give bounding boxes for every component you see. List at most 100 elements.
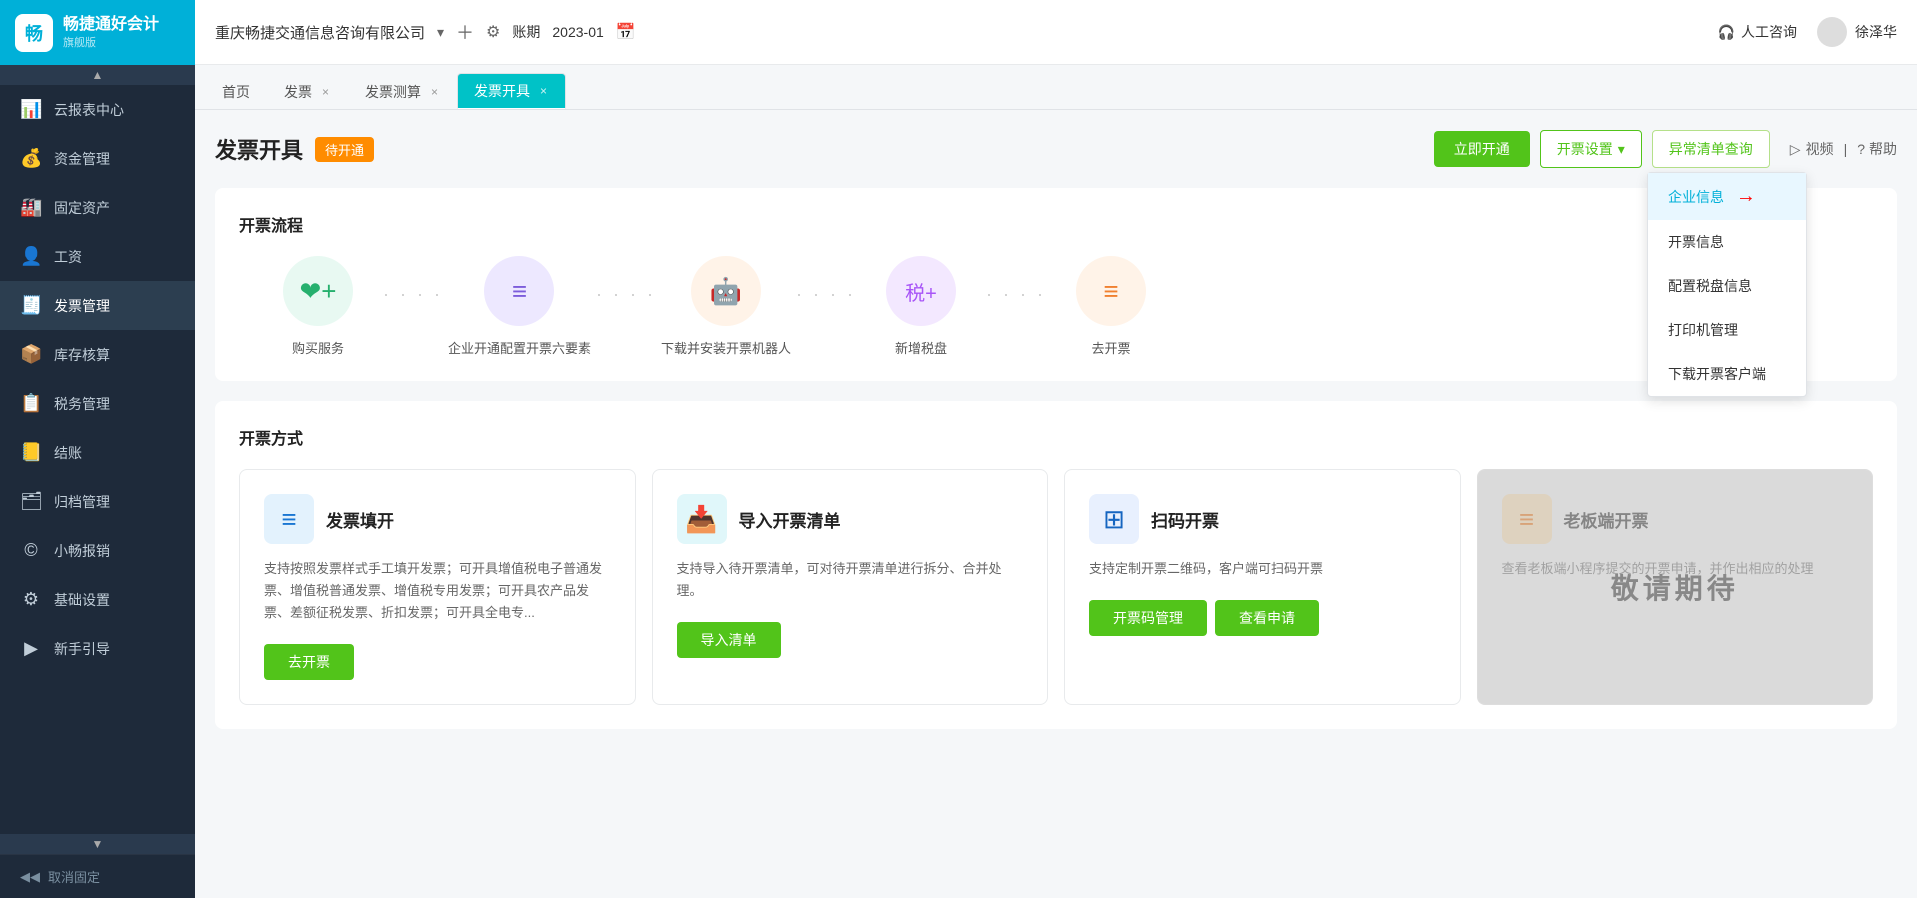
- method-scan-icon: ⊞: [1089, 494, 1139, 544]
- yunbao-icon: 📊: [20, 99, 42, 120]
- qrcode-manage-button[interactable]: 开票码管理: [1089, 600, 1207, 636]
- flow-step-4-icon: 税+: [886, 256, 956, 326]
- activate-button[interactable]: 立即开通: [1434, 131, 1530, 167]
- sidebar-item-xinshouyindao[interactable]: ▶ 新手引导: [0, 624, 195, 673]
- flow-step-5-icon: ≡: [1076, 256, 1146, 326]
- red-arrow-icon: →: [1736, 185, 1756, 208]
- method-card-boss: ≡ 老板端开票 查看老板端小程序提交的开票申请，并作出相应的处理 敬请期待: [1477, 469, 1874, 705]
- add-company-icon[interactable]: ＋: [456, 19, 474, 45]
- method-card-fill: ≡ 发票填开 支持按照发票样式手工填开发票；可开具增值税电子普通发票、增值税普通…: [239, 469, 636, 705]
- company-dropdown-icon[interactable]: ▾: [437, 24, 444, 41]
- jichushezhi-label: 基础设置: [54, 590, 110, 610]
- jichushezhi-icon: ⚙: [20, 589, 42, 610]
- method-fill-desc: 支持按照发票样式手工填开发票；可开具增值税电子普通发票、增值税普通发票、增值税专…: [264, 558, 611, 624]
- video-button[interactable]: ▷ 视频: [1790, 139, 1834, 159]
- tab-close-icon[interactable]: ×: [538, 82, 549, 100]
- flow-connector-2: · · · ·: [596, 284, 656, 329]
- sidebar-item-yunbao[interactable]: 📊 云报表中心: [0, 85, 195, 134]
- dropdown-item-kaipiao[interactable]: 开票信息: [1648, 220, 1806, 264]
- method-scan-title: 扫码开票: [1151, 507, 1219, 532]
- tab-label: 发票测算: [365, 82, 421, 102]
- sidebar-item-jiezhang[interactable]: 📒 结账: [0, 428, 195, 477]
- methods-grid: ≡ 发票填开 支持按照发票样式手工填开发票；可开具增值税电子普通发票、增值税普通…: [239, 469, 1873, 705]
- tab-label: 发票开具: [474, 81, 530, 101]
- calendar-icon[interactable]: 📅: [616, 22, 636, 42]
- sidebar-scroll-down[interactable]: ▼: [0, 834, 195, 854]
- flow-section: 开票流程 ❤+ 购买服务 · · · · ≡ 企业开通配置开票六要素 · · ·…: [215, 188, 1897, 381]
- tabbar: 首页发票× 发票测算 × 发票开具 ×: [195, 65, 1917, 110]
- user-menu[interactable]: 徐泽华: [1817, 17, 1897, 47]
- flow-section-title: 开票流程: [239, 212, 1873, 236]
- main-content: 发票开具 待开通 立即开通 开票设置 ▾ 异常清单查询 ▷ 视频 | ? 帮助 …: [195, 110, 1917, 898]
- sidebar-bottom-action[interactable]: ◀◀ 取消固定: [0, 854, 195, 898]
- method-fill-title: 发票填开: [326, 507, 394, 532]
- flow-step-4-label: 新增税盘: [895, 338, 947, 357]
- tab-发票[interactable]: 发票×: [267, 73, 348, 109]
- method-import-header: 📥 导入开票清单: [677, 494, 1024, 544]
- guidang-icon: 🗂: [20, 491, 42, 512]
- sidebar-item-gongzi[interactable]: 👤 工资: [0, 232, 195, 281]
- fapiao-icon: 🧾: [20, 295, 42, 316]
- method-fill-icon: ≡: [264, 494, 314, 544]
- sidebar-item-jichushezhi[interactable]: ⚙ 基础设置: [0, 575, 195, 624]
- fill-invoice-button[interactable]: 去开票: [264, 644, 354, 680]
- dropdown-item-xiazai[interactable]: 下载开票客户端: [1648, 352, 1806, 396]
- flow-step-1: ❤+ 购买服务: [258, 256, 378, 357]
- dots-icon: · · · ·: [383, 284, 443, 305]
- boss-overlay: 敬请期待: [1478, 470, 1873, 704]
- sidebar-item-shuiwu[interactable]: 📋 税务管理: [0, 379, 195, 428]
- kucun-icon: 📦: [20, 344, 42, 365]
- username: 徐泽华: [1855, 22, 1897, 42]
- settings-icon[interactable]: ⚙: [486, 22, 500, 42]
- tab-首页[interactable]: 首页: [205, 73, 267, 109]
- sidebar-header: 畅 畅捷通好会计 旗舰版: [0, 0, 195, 65]
- abnormal-list-button[interactable]: 异常清单查询: [1652, 130, 1770, 168]
- guidang-label: 归档管理: [54, 492, 110, 512]
- flow-step-2-icon: ≡: [484, 256, 554, 326]
- dropdown-item-dayin[interactable]: 打印机管理: [1648, 308, 1806, 352]
- settings-dropdown-button[interactable]: 开票设置 ▾: [1540, 130, 1642, 168]
- consult-button[interactable]: 🎧 人工咨询: [1718, 22, 1797, 42]
- coming-soon-label: 敬请期待: [1611, 567, 1739, 607]
- tab-close-icon[interactable]: ×: [429, 83, 440, 101]
- dropdown-item-qiye[interactable]: 企业信息 →: [1648, 173, 1806, 220]
- help-button[interactable]: ? 帮助: [1857, 139, 1897, 159]
- kucun-label: 库存核算: [54, 345, 110, 365]
- jiezhang-label: 结账: [54, 443, 82, 463]
- flow-step-3: 🤖 下载并安装开票机器人: [661, 256, 791, 357]
- dots-icon-4: · · · ·: [986, 284, 1046, 305]
- dropdown-item-peizhi[interactable]: 配置税盘信息: [1648, 264, 1806, 308]
- topbar-right: 🎧 人工咨询 徐泽华: [1718, 17, 1897, 47]
- tab-发票测算[interactable]: 发票测算 ×: [348, 73, 457, 109]
- sidebar-nav: 📊 云报表中心 💰 资金管理 🏭 固定资产 👤 工资 🧾 发票管理 📦 库存核算…: [0, 85, 195, 834]
- jiezhang-icon: 📒: [20, 442, 42, 463]
- flow-step-3-icon: 🤖: [691, 256, 761, 326]
- zijin-icon: 💰: [20, 148, 42, 169]
- cancel-pin-label: 取消固定: [48, 867, 100, 886]
- tab-close-icon[interactable]: ×: [320, 83, 331, 101]
- sidebar-item-xiaochang[interactable]: © 小畅报销: [0, 526, 195, 575]
- tab-发票开具[interactable]: 发票开具 ×: [457, 73, 566, 109]
- shuiwu-label: 税务管理: [54, 394, 110, 414]
- zijin-label: 资金管理: [54, 149, 110, 169]
- import-list-button[interactable]: 导入清单: [677, 622, 781, 658]
- video-label: 视频: [1806, 139, 1834, 159]
- app-edition: 旗舰版: [63, 34, 159, 50]
- sidebar-item-kucun[interactable]: 📦 库存核算: [0, 330, 195, 379]
- settings-chevron-icon: ▾: [1618, 141, 1625, 158]
- view-apply-button[interactable]: 查看申请: [1215, 600, 1319, 636]
- page-header: 发票开具 待开通 立即开通 开票设置 ▾ 异常清单查询 ▷ 视频 | ? 帮助 …: [215, 130, 1897, 168]
- sidebar-item-guidang[interactable]: 🗂 归档管理: [0, 477, 195, 526]
- page-title-area: 发票开具 待开通: [215, 133, 374, 165]
- sidebar-item-zijin[interactable]: 💰 资金管理: [0, 134, 195, 183]
- sidebar-item-fapiao[interactable]: 🧾 发票管理: [0, 281, 195, 330]
- flow-step-4: 税+ 新增税盘: [861, 256, 981, 357]
- fapiao-label: 发票管理: [54, 296, 110, 316]
- brand-block: 畅捷通好会计 旗舰版: [63, 15, 159, 50]
- sidebar-item-gudingzichan[interactable]: 🏭 固定资产: [0, 183, 195, 232]
- app-logo-icon: 畅: [15, 14, 53, 52]
- app-brand: 畅捷通好会计: [63, 15, 159, 34]
- sidebar-scroll-up[interactable]: ▲: [0, 65, 195, 85]
- settings-label: 开票设置: [1557, 139, 1613, 159]
- flow-connector-1: · · · ·: [383, 284, 443, 329]
